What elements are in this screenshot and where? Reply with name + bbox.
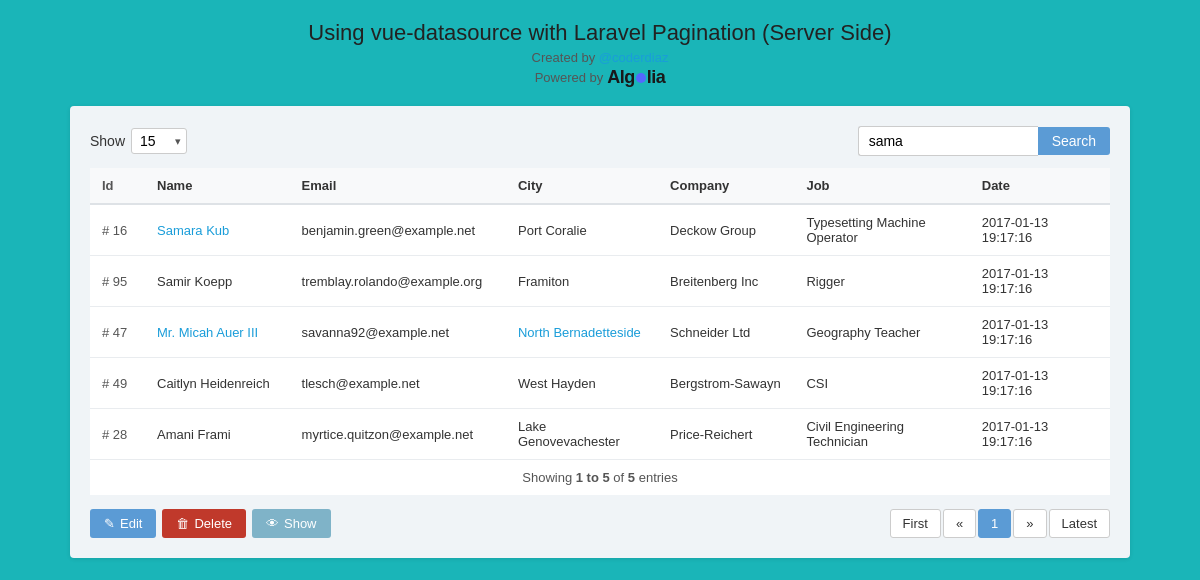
show-button[interactable]: 👁 Show <box>252 509 331 538</box>
cell-job: Geography Teacher <box>794 307 969 358</box>
action-buttons: ✎ Edit 🗑 Delete 👁 Show <box>90 509 331 538</box>
table-body: # 16 Samara Kub benjamin.green@example.n… <box>90 204 1110 459</box>
col-header-email: Email <box>290 168 506 204</box>
cell-id: # 28 <box>90 409 145 460</box>
cell-email: savanna92@example.net <box>290 307 506 358</box>
current-page-button[interactable]: 1 <box>978 509 1011 538</box>
cell-city: Lake Genovevachester <box>506 409 658 460</box>
cell-email: tlesch@example.net <box>290 358 506 409</box>
col-header-company: Company <box>658 168 794 204</box>
cell-company: Bergstrom-Sawayn <box>658 358 794 409</box>
cell-id: # 49 <box>90 358 145 409</box>
table-header: Id Name Email City Company Job Date <box>90 168 1110 204</box>
table-row: # 28 Amani Frami myrtice.quitzon@example… <box>90 409 1110 460</box>
city-link[interactable]: North Bernadetteside <box>518 325 641 340</box>
cell-name: Caitlyn Heidenreich <box>145 358 290 409</box>
delete-label: Delete <box>194 516 232 531</box>
search-section: Search <box>858 126 1110 156</box>
cell-company: Breitenberg Inc <box>658 256 794 307</box>
showing-range: 1 to 5 <box>576 470 610 485</box>
name-link[interactable]: Mr. Micah Auer III <box>157 325 258 340</box>
latest-page-button[interactable]: Latest <box>1049 509 1110 538</box>
cell-id: # 47 <box>90 307 145 358</box>
cell-name: Samir Koepp <box>145 256 290 307</box>
first-page-button[interactable]: First <box>890 509 941 538</box>
bottom-bar: ✎ Edit 🗑 Delete 👁 Show First « 1 » Lates… <box>90 509 1110 538</box>
cell-date: 2017-01-13 19:17:16 <box>970 409 1110 460</box>
cell-date: 2017-01-13 19:17:16 <box>970 204 1110 256</box>
toolbar: Show 10 15 25 50 100 Search <box>90 126 1110 156</box>
cell-company: Schneider Ltd <box>658 307 794 358</box>
cell-date: 2017-01-13 19:17:16 <box>970 307 1110 358</box>
eye-icon: 👁 <box>266 516 279 531</box>
main-card: Show 10 15 25 50 100 Search <box>70 106 1130 558</box>
cell-email: myrtice.quitzon@example.net <box>290 409 506 460</box>
search-button[interactable]: Search <box>1038 127 1110 155</box>
created-by: Created by @coderdiaz <box>308 50 891 65</box>
cell-id: # 16 <box>90 204 145 256</box>
edit-button[interactable]: ✎ Edit <box>90 509 156 538</box>
powered-by: Powered by Alglia <box>308 67 891 88</box>
delete-button[interactable]: 🗑 Delete <box>162 509 246 538</box>
cell-company: Deckow Group <box>658 204 794 256</box>
show-select-wrapper: 10 15 25 50 100 <box>131 128 187 154</box>
cell-company: Price-Reichert <box>658 409 794 460</box>
table-row: # 47 Mr. Micah Auer III savanna92@exampl… <box>90 307 1110 358</box>
showing-text: Showing 1 to 5 of 5 entries <box>90 459 1110 495</box>
page-title: Using vue-datasource with Laravel Pagina… <box>308 20 891 46</box>
col-header-job: Job <box>794 168 969 204</box>
cell-date: 2017-01-13 19:17:16 <box>970 256 1110 307</box>
show-section: Show 10 15 25 50 100 <box>90 128 187 154</box>
cell-name: Amani Frami <box>145 409 290 460</box>
table-header-row: Id Name Email City Company Job Date <box>90 168 1110 204</box>
col-header-city: City <box>506 168 658 204</box>
algolia-logo: Alglia <box>607 67 665 88</box>
show-action-label: Show <box>284 516 317 531</box>
cell-job: CSI <box>794 358 969 409</box>
pagination: First « 1 » Latest <box>890 509 1110 538</box>
show-select[interactable]: 10 15 25 50 100 <box>131 128 187 154</box>
next-page-button[interactable]: » <box>1013 509 1046 538</box>
col-header-id: Id <box>90 168 145 204</box>
col-header-name: Name <box>145 168 290 204</box>
table-row: # 95 Samir Koepp tremblay.rolando@exampl… <box>90 256 1110 307</box>
edit-label: Edit <box>120 516 142 531</box>
prev-page-button[interactable]: « <box>943 509 976 538</box>
cell-job: Rigger <box>794 256 969 307</box>
cell-name[interactable]: Mr. Micah Auer III <box>145 307 290 358</box>
cell-city: West Hayden <box>506 358 658 409</box>
cell-city: Framiton <box>506 256 658 307</box>
cell-city[interactable]: North Bernadetteside <box>506 307 658 358</box>
cell-name[interactable]: Samara Kub <box>145 204 290 256</box>
coderdiaz-link[interactable]: @coderdiaz <box>599 50 669 65</box>
cell-id: # 95 <box>90 256 145 307</box>
trash-icon: 🗑 <box>176 516 189 531</box>
show-label: Show <box>90 133 125 149</box>
header: Using vue-datasource with Laravel Pagina… <box>308 20 891 88</box>
page-wrapper: Using vue-datasource with Laravel Pagina… <box>0 0 1200 580</box>
table-row: # 49 Caitlyn Heidenreich tlesch@example.… <box>90 358 1110 409</box>
cell-city: Port Coralie <box>506 204 658 256</box>
showing-total: 5 <box>628 470 635 485</box>
edit-icon: ✎ <box>104 516 115 531</box>
cell-job: Civil Engineering Technician <box>794 409 969 460</box>
data-table: Id Name Email City Company Job Date # 16… <box>90 168 1110 459</box>
cell-job: Typesetting Machine Operator <box>794 204 969 256</box>
col-header-date: Date <box>970 168 1110 204</box>
table-row: # 16 Samara Kub benjamin.green@example.n… <box>90 204 1110 256</box>
cell-email: tremblay.rolando@example.org <box>290 256 506 307</box>
algolia-dot-icon <box>636 73 646 83</box>
search-input[interactable] <box>858 126 1038 156</box>
name-link[interactable]: Samara Kub <box>157 223 229 238</box>
cell-date: 2017-01-13 19:17:16 <box>970 358 1110 409</box>
cell-email: benjamin.green@example.net <box>290 204 506 256</box>
